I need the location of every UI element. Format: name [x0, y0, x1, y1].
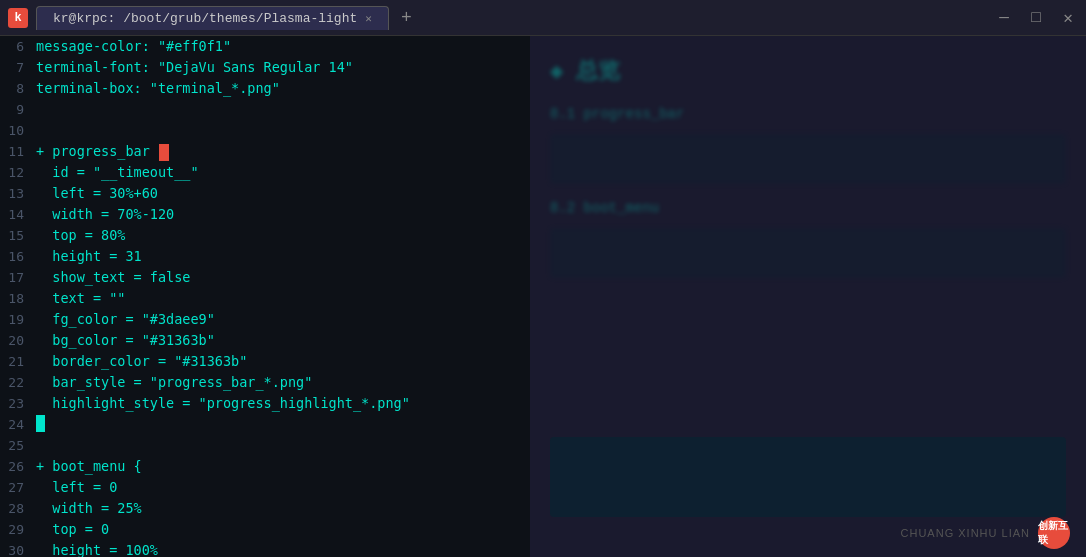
line-content: + progress_bar [36, 141, 530, 162]
code-editor[interactable]: 6 message-color: "#eff0f1" 7 terminal-fo… [0, 36, 530, 557]
right-block-1 [550, 134, 1066, 184]
line-number: 9 [0, 99, 36, 120]
right-block-2 [550, 228, 1066, 278]
tab-close-icon[interactable]: ✕ [365, 12, 372, 25]
table-row: 11 + progress_bar [0, 141, 530, 162]
table-row: 19 fg_color = "#3daee9" [0, 309, 530, 330]
table-row: 13 left = 30%+60 [0, 183, 530, 204]
table-row: 10 [0, 120, 530, 141]
table-row: 12 id = "__timeout__" [0, 162, 530, 183]
maximize-button[interactable]: □ [1026, 9, 1046, 27]
line-number: 12 [0, 162, 36, 183]
line-number: 29 [0, 519, 36, 540]
line-content: left = 0 [36, 477, 530, 498]
text-cursor-line24 [36, 415, 45, 432]
line-content: top = 0 [36, 519, 530, 540]
new-tab-button[interactable]: + [401, 8, 412, 28]
line-content: top = 80% [36, 225, 530, 246]
line-content: terminal-font: "DejaVu Sans Regular 14" [36, 57, 530, 78]
right-pane: ◆ 总览 8.1 progress_bar 8.2 boot_menu CHUA… [530, 36, 1086, 557]
text-cursor [159, 144, 169, 161]
table-row: 29 top = 0 [0, 519, 530, 540]
close-button[interactable]: ✕ [1058, 8, 1078, 28]
table-row: 20 bg_color = "#31363b" [0, 330, 530, 351]
line-number: 18 [0, 288, 36, 309]
line-number: 16 [0, 246, 36, 267]
right-thumbnail [550, 437, 1066, 517]
line-content: fg_color = "#3daee9" [36, 309, 530, 330]
tab-label: kr@krpc: /boot/grub/themes/Plasma-light [53, 11, 357, 26]
line-content: bar_style = "progress_bar_*.png" [36, 372, 530, 393]
line-content: height = 100% [36, 540, 530, 557]
line-content: text = "" [36, 288, 530, 309]
line-number: 14 [0, 204, 36, 225]
table-row: 22 bar_style = "progress_bar_*.png" [0, 372, 530, 393]
line-content: show_text = false [36, 267, 530, 288]
table-row: 18 text = "" [0, 288, 530, 309]
line-content: width = 25% [36, 498, 530, 519]
line-content: id = "__timeout__" [36, 162, 530, 183]
minimize-button[interactable]: — [994, 9, 1014, 27]
line-number: 22 [0, 372, 36, 393]
main-area: 6 message-color: "#eff0f1" 7 terminal-fo… [0, 36, 1086, 557]
line-number: 26 [0, 456, 36, 477]
line-number: 10 [0, 120, 36, 141]
table-row: 8 terminal-box: "terminal_*.png" [0, 78, 530, 99]
line-number: 28 [0, 498, 36, 519]
table-row: 7 terminal-font: "DejaVu Sans Regular 14… [0, 57, 530, 78]
window-controls: — □ ✕ [994, 8, 1078, 28]
table-row: 17 show_text = false [0, 267, 530, 288]
line-number: 20 [0, 330, 36, 351]
line-number: 27 [0, 477, 36, 498]
line-number: 24 [0, 414, 36, 435]
table-row: 27 left = 0 [0, 477, 530, 498]
table-row: 23 highlight_style = "progress_highlight… [0, 393, 530, 414]
editor-pane[interactable]: 6 message-color: "#eff0f1" 7 terminal-fo… [0, 36, 530, 557]
table-row: 6 message-color: "#eff0f1" [0, 36, 530, 57]
right-panel-title: ◆ 总览 [550, 56, 1066, 86]
title-bar: k kr@krpc: /boot/grub/themes/Plasma-ligh… [0, 0, 1086, 36]
line-content: + boot_menu { [36, 456, 530, 477]
table-row: 16 height = 31 [0, 246, 530, 267]
table-row: 24 [0, 414, 530, 435]
line-content: message-color: "#eff0f1" [36, 36, 530, 57]
table-row: 21 border_color = "#31363b" [0, 351, 530, 372]
line-content: terminal-box: "terminal_*.png" [36, 78, 530, 99]
line-number: 30 [0, 540, 36, 557]
active-tab[interactable]: kr@krpc: /boot/grub/themes/Plasma-light … [36, 6, 389, 30]
line-content: highlight_style = "progress_highlight_*.… [36, 393, 530, 414]
table-row: 26 + boot_menu { [0, 456, 530, 477]
table-row: 25 [0, 435, 530, 456]
line-content: border_color = "#31363b" [36, 351, 530, 372]
line-number: 13 [0, 183, 36, 204]
table-row: 28 width = 25% [0, 498, 530, 519]
watermark-logo: 创新互联 [1038, 517, 1070, 549]
watermark-logo-text: 创新互联 [1038, 519, 1070, 547]
line-number: 21 [0, 351, 36, 372]
line-number: 6 [0, 36, 36, 57]
terminal-icon: k [8, 8, 28, 28]
right-content: ◆ 总览 8.1 progress_bar 8.2 boot_menu [530, 36, 1086, 314]
line-number: 19 [0, 309, 36, 330]
table-row: 15 top = 80% [0, 225, 530, 246]
line-content [36, 414, 530, 435]
line-number: 15 [0, 225, 36, 246]
watermark: CHUANG XINHU LIAN 创新互联 [901, 517, 1070, 549]
table-row: 14 width = 70%-120 [0, 204, 530, 225]
line-content: left = 30%+60 [36, 183, 530, 204]
line-content: width = 70%-120 [36, 204, 530, 225]
line-number: 7 [0, 57, 36, 78]
line-number: 23 [0, 393, 36, 414]
line-number: 8 [0, 78, 36, 99]
watermark-text: CHUANG XINHU LIAN [901, 527, 1030, 539]
table-row: 9 [0, 99, 530, 120]
line-content: bg_color = "#31363b" [36, 330, 530, 351]
right-section-1: 8.1 progress_bar [550, 106, 1066, 122]
line-content: height = 31 [36, 246, 530, 267]
line-number: 17 [0, 267, 36, 288]
line-number: 25 [0, 435, 36, 456]
line-number: 11 [0, 141, 36, 162]
table-row: 30 height = 100% [0, 540, 530, 557]
right-section-2: 8.2 boot_menu [550, 200, 1066, 216]
